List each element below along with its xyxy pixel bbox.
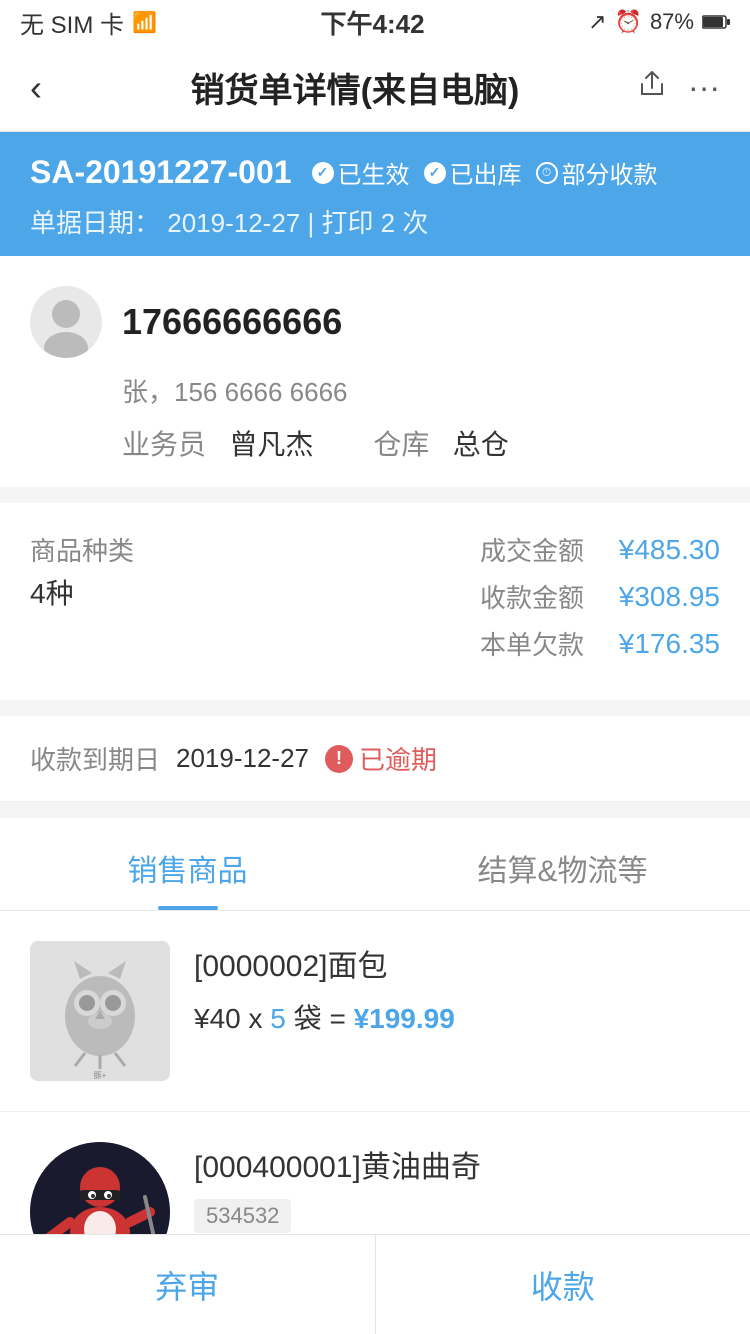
price-qty-1: 5 — [270, 1003, 286, 1034]
due-label: 本单欠款 — [480, 625, 584, 662]
customer-section: 17666666666 张，156 6666 6666 业务员 曾凡杰 仓库 总… — [0, 256, 750, 487]
product-image-1: 豚+ — [30, 941, 170, 1081]
customer-row: 17666666666 — [30, 286, 720, 358]
status-bar: 无 SIM 卡 📶 下午4:42 ↗ ⏰ 87% — [0, 0, 750, 44]
stats-right: 成交金额 ¥485.30 收款金额 ¥308.95 本单欠款 ¥176.35 — [375, 531, 720, 672]
amount-row: 成交金额 ¥485.30 — [375, 531, 720, 568]
amount-value: ¥485.30 — [600, 534, 720, 566]
price-unit-1: ¥40 — [194, 1003, 241, 1034]
received-value: ¥308.95 — [600, 581, 720, 613]
category-value: 4种 — [30, 572, 375, 612]
price-total-1: ¥199.99 — [354, 1003, 455, 1034]
badge-partial: ⏱ 部分收款 — [536, 155, 658, 190]
location-icon: ↗ — [588, 9, 606, 35]
overdue-badge: ! 已逾期 — [325, 740, 437, 777]
received-row: 收款金额 ¥308.95 — [375, 578, 720, 615]
price-mult-1: x — [249, 1003, 271, 1034]
status-right: ↗ ⏰ 87% — [588, 9, 730, 35]
date-label: 单据日期： — [30, 208, 160, 238]
stats-left: 商品种类 4种 — [30, 531, 375, 612]
collect-button[interactable]: 收款 — [376, 1235, 750, 1334]
more-icon[interactable]: ··· — [688, 69, 720, 106]
check-icon-1: ✓ — [312, 162, 334, 184]
tab-sales-products[interactable]: 销售商品 — [0, 818, 375, 910]
product-sku-2: 534532 — [194, 1199, 291, 1233]
battery-icon — [702, 9, 730, 35]
reject-button[interactable]: 弃审 — [0, 1235, 376, 1334]
banner-date-row: 单据日期： 2019-12-27 | 打印 2 次 — [30, 203, 720, 240]
bottom-bar: 弃审 收款 — [0, 1234, 750, 1334]
warehouse-meta: 仓库 总仓 — [373, 423, 508, 463]
due-date-value: 2019-12-27 — [176, 743, 309, 774]
badge-effective: ✓ 已生效 — [312, 155, 410, 190]
product-name-1: [0000002]面包 — [194, 941, 720, 985]
check-icon-2: ✓ — [424, 162, 446, 184]
clock-icon: ⏱ — [536, 162, 558, 184]
banner-badges: ✓ 已生效 ✓ 已出库 ⏱ 部分收款 — [312, 155, 658, 190]
carrier-text: 无 SIM 卡 — [20, 5, 124, 40]
nav-title: 销货单详情(来自电脑) — [90, 63, 620, 112]
tabs-row: 销售商品 结算&物流等 — [0, 818, 750, 910]
warehouse-value: 总仓 — [453, 429, 509, 460]
tab-settlement[interactable]: 结算&物流等 — [375, 818, 750, 910]
share-icon[interactable] — [636, 68, 668, 108]
warehouse-label: 仓库 — [373, 429, 429, 460]
sales-meta: 业务员 曾凡杰 — [122, 423, 313, 463]
due-row: 本单欠款 ¥176.35 — [375, 625, 720, 662]
overdue-icon: ! — [325, 745, 353, 773]
badge-shipped: ✓ 已出库 — [424, 155, 522, 190]
order-id: SA-20191227-001 — [30, 154, 292, 191]
time-display: 下午4:42 — [320, 4, 424, 41]
price-unit-name-1: 袋 — [294, 1003, 322, 1034]
category-label: 商品种类 — [30, 531, 375, 568]
banner-row1: SA-20191227-001 ✓ 已生效 ✓ 已出库 ⏱ 部分收款 — [30, 154, 720, 191]
amount-label: 成交金额 — [480, 531, 584, 568]
tabs-section: 销售商品 结算&物流等 — [0, 818, 750, 911]
back-button[interactable]: ‹ — [30, 67, 90, 109]
overdue-text: 已逾期 — [359, 740, 437, 777]
customer-meta: 业务员 曾凡杰 仓库 总仓 — [30, 423, 720, 463]
sales-value: 曾凡杰 — [229, 429, 313, 460]
product-item: 豚+ [0000002]面包 ¥40 x 5 袋 = ¥199.99 — [0, 911, 750, 1112]
price-eq-1: = — [329, 1003, 353, 1034]
date-value: 2019-12-27 — [167, 208, 300, 238]
tabs-divider — [0, 802, 750, 818]
print-info: | 打印 2 次 — [307, 208, 428, 238]
status-left: 无 SIM 卡 📶 — [20, 5, 157, 40]
customer-phone: 17666666666 — [122, 301, 342, 343]
received-label: 收款金额 — [480, 578, 584, 615]
nav-bar: ‹ 销货单详情(来自电脑) ··· — [0, 44, 750, 132]
due-value: ¥176.35 — [600, 628, 720, 660]
stats-section: 商品种类 4种 成交金额 ¥485.30 收款金额 ¥308.95 本单欠款 ¥… — [0, 503, 750, 700]
alarm-icon: ⏰ — [615, 9, 642, 35]
nav-actions: ··· — [620, 68, 720, 108]
battery-text: 87% — [650, 9, 694, 35]
due-date-label: 收款到期日 — [30, 740, 160, 777]
svg-text:豚+: 豚+ — [94, 1071, 107, 1080]
avatar — [30, 286, 102, 358]
header-banner: SA-20191227-001 ✓ 已生效 ✓ 已出库 ⏱ 部分收款 单据日期：… — [0, 132, 750, 256]
sales-label: 业务员 — [122, 429, 206, 460]
customer-info: 张，156 6666 6666 — [30, 372, 720, 409]
wifi-icon: 📶 — [132, 10, 157, 35]
product-name-2: [000400001]黄油曲奇 — [194, 1142, 720, 1186]
product-price-1: ¥40 x 5 袋 = ¥199.99 — [194, 997, 720, 1037]
product-info-1: [0000002]面包 ¥40 x 5 袋 = ¥199.99 — [194, 941, 720, 1037]
due-date-section: 收款到期日 2019-12-27 ! 已逾期 — [0, 716, 750, 802]
